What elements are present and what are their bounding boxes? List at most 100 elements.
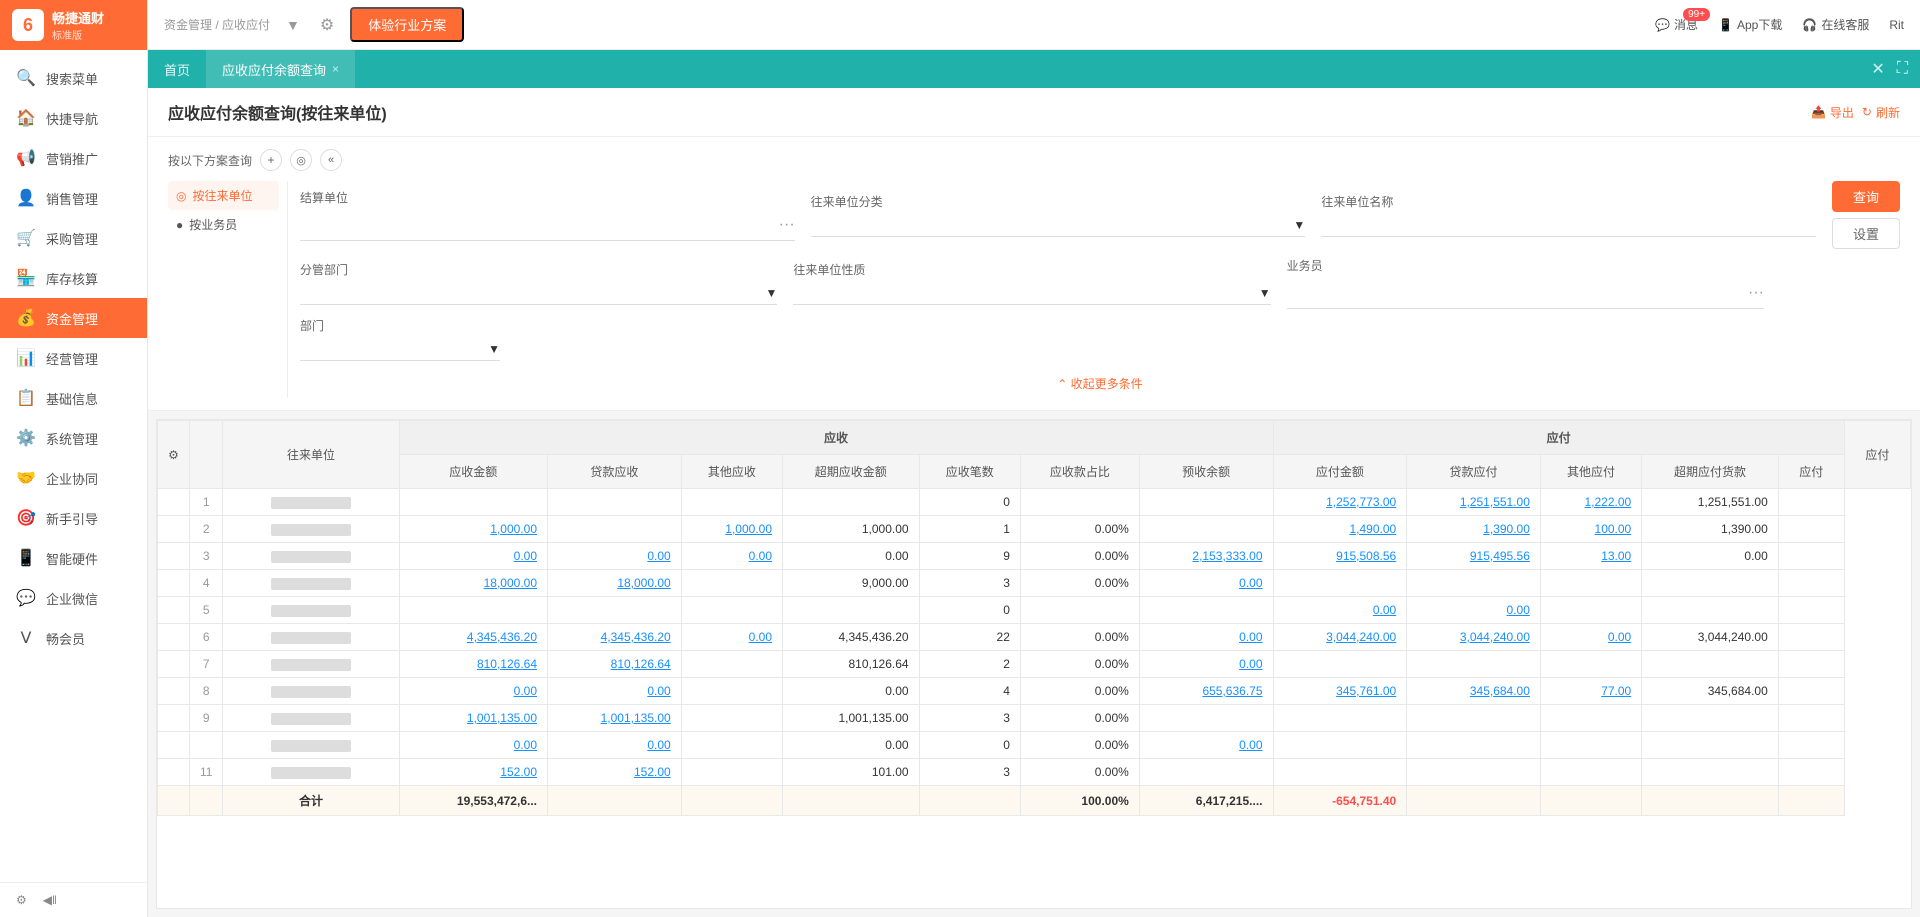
settle-unit-input[interactable] bbox=[300, 214, 779, 236]
refresh-button[interactable]: ↻ 刷新 bbox=[1862, 104, 1900, 121]
sidebar-item-hardware[interactable]: 📱智能硬件 bbox=[0, 538, 147, 578]
staff-nav-icon: ● bbox=[176, 218, 183, 232]
topbar-msg-button[interactable]: 💬 消息 99+ bbox=[1655, 16, 1698, 33]
quick-nav-icon: 🏠 bbox=[16, 108, 36, 128]
footer-ar-ratio: 100.00% bbox=[1020, 786, 1139, 816]
sidebar-item-inventory[interactable]: 🏪库存核算 bbox=[0, 258, 147, 298]
partner-nature-select[interactable]: ▼ bbox=[793, 282, 1270, 305]
sidebar-item-member[interactable]: Ⅴ畅会员 bbox=[0, 618, 147, 658]
settings-bottom-icon[interactable]: ⚙ bbox=[16, 893, 27, 907]
th-ap-sub: 应付 bbox=[1778, 455, 1844, 489]
filter-field-partner-nature: 往来单位性质 ▼ bbox=[793, 261, 1270, 305]
wechat-icon: 💬 bbox=[16, 588, 36, 608]
purchase-icon: 🛒 bbox=[16, 228, 36, 248]
table-row: 418,000.0018,000.009,000.0030.00%0.00 bbox=[158, 570, 1911, 597]
app-icon: 📱 bbox=[1718, 18, 1733, 32]
close-window-icon[interactable]: ✕ bbox=[1871, 59, 1884, 79]
partner-category-chevron: ▼ bbox=[1293, 218, 1305, 232]
sidebar-item-search-menu[interactable]: 🔍搜索菜单 bbox=[0, 58, 147, 98]
filter-actions: 查询 设置 bbox=[1832, 181, 1900, 249]
partner-category-select[interactable]: ▼ bbox=[811, 214, 1306, 237]
export-button[interactable]: 📤 导出 bbox=[1811, 104, 1854, 121]
filter-nav-by-staff[interactable]: ● 按业务员 bbox=[168, 210, 279, 239]
msg-icon: 💬 bbox=[1655, 18, 1670, 32]
sidebar-item-system[interactable]: ⚙️系统管理 bbox=[0, 418, 147, 458]
filter-nav-by-partner[interactable]: ◎ 按往来单位 bbox=[168, 181, 279, 210]
inventory-icon: 🏪 bbox=[16, 268, 36, 288]
th-partner: 往来单位 bbox=[223, 421, 399, 489]
marketing-label: 营销推广 bbox=[46, 149, 98, 168]
set-button[interactable]: 设置 bbox=[1832, 218, 1900, 249]
sidebar-item-sales[interactable]: 👤销售管理 bbox=[0, 178, 147, 218]
topbar-promo-button[interactable]: 体验行业方案 bbox=[350, 7, 464, 42]
filter-scheme-btn-2[interactable]: « bbox=[320, 149, 342, 171]
topbar-user[interactable]: Rit bbox=[1889, 18, 1904, 32]
staff-dots[interactable]: ··· bbox=[1748, 284, 1764, 302]
th-ar-ratio: 应收款占比 bbox=[1020, 455, 1139, 489]
table-container[interactable]: ⚙ 往来单位 应收 应付 应付 应收金额 贷款应收 其他应收 超期应收金额 应收… bbox=[156, 419, 1912, 909]
filter-area: 按以下方案查询 + ◎ « ◎ 按往来单位 ● 按业务员 bbox=[148, 137, 1920, 411]
th-overdue-ap: 超期应付货款 bbox=[1642, 455, 1779, 489]
sidebar-item-enterprise[interactable]: 🤝企业协同 bbox=[0, 458, 147, 498]
partner-name-cell bbox=[223, 678, 399, 705]
staff-input[interactable] bbox=[1287, 282, 1748, 304]
dept-select[interactable]: ▼ bbox=[300, 338, 500, 361]
partner-name-input[interactable] bbox=[1321, 214, 1816, 237]
settle-unit-dots[interactable]: ··· bbox=[779, 216, 795, 234]
sidebar-item-guide[interactable]: 🎯新手引导 bbox=[0, 498, 147, 538]
table-row: 91,001,135.001,001,135.001,001,135.0030.… bbox=[158, 705, 1911, 732]
filter-field-partner-category: 往来单位分类 ▼ bbox=[811, 193, 1306, 237]
system-label: 系统管理 bbox=[46, 429, 98, 448]
refresh-icon: ↻ bbox=[1862, 105, 1872, 119]
filter-field-partner-name: 往来单位名称 bbox=[1321, 193, 1816, 237]
topbar-settings-icon[interactable]: ⚙ bbox=[316, 11, 338, 39]
finance-icon: 💰 bbox=[16, 308, 36, 328]
partner-name-cell bbox=[223, 543, 399, 570]
topbar-dropdown-btn[interactable]: ▼ bbox=[282, 13, 304, 37]
sidebar: 6 畅捷通财 标准版 🔍搜索菜单🏠快捷导航📢营销推广👤销售管理🛒采购管理🏪库存核… bbox=[0, 0, 148, 917]
sidebar-item-marketing[interactable]: 📢营销推广 bbox=[0, 138, 147, 178]
partner-name-cell bbox=[223, 516, 399, 543]
filter-add-button[interactable]: + bbox=[260, 149, 282, 171]
sidebar-item-basic[interactable]: 📋基础信息 bbox=[0, 378, 147, 418]
page-actions: 📤 导出 ↻ 刷新 bbox=[1811, 104, 1900, 121]
guide-label: 新手引导 bbox=[46, 509, 98, 528]
sidebar-item-quick-nav[interactable]: 🏠快捷导航 bbox=[0, 98, 147, 138]
partner-name-cell bbox=[223, 489, 399, 516]
tab-ar-ap[interactable]: 应收应付余额查询× bbox=[206, 50, 355, 88]
filter-row-1: 结算单位 ··· 往来单位分类 ▼ 往来单位 bbox=[300, 181, 1900, 249]
table-row: 11152.00152.00101.0030.00% bbox=[158, 759, 1911, 786]
tab-close-ar-ap[interactable]: × bbox=[332, 62, 339, 76]
filter-top: 按以下方案查询 + ◎ « bbox=[168, 149, 1900, 171]
logo-icon: 6 bbox=[12, 9, 44, 41]
collapse-bar[interactable]: ⌃ 收起更多条件 bbox=[300, 369, 1900, 398]
table-row: 80.000.000.0040.00%655,636.75345,761.003… bbox=[158, 678, 1911, 705]
dept-chevron: ▼ bbox=[488, 342, 500, 356]
topbar-service-button[interactable]: 🎧 在线客服 bbox=[1802, 16, 1869, 33]
filter-scheme-btn-1[interactable]: ◎ bbox=[290, 149, 312, 171]
table-settings-icon[interactable]: ⚙ bbox=[168, 448, 179, 462]
th-settings[interactable]: ⚙ bbox=[158, 421, 190, 489]
tab-home[interactable]: 首页 bbox=[148, 50, 206, 88]
tabbar: 首页应收应付余额查询× ✕ ⛶ bbox=[148, 50, 1920, 88]
table-row: 500.000.00 bbox=[158, 597, 1911, 624]
sidebar-item-wechat[interactable]: 💬企业微信 bbox=[0, 578, 147, 618]
sidebar-menu: 🔍搜索菜单🏠快捷导航📢营销推广👤销售管理🛒采购管理🏪库存核算💰资金管理📊经营管理… bbox=[0, 50, 147, 882]
th-ap-amount: 应付金额 bbox=[1273, 455, 1407, 489]
footer-prepay-balance: 6,417,215.... bbox=[1139, 786, 1273, 816]
th-no bbox=[190, 421, 223, 489]
table-row: 0.000.000.0000.00%0.00 bbox=[158, 732, 1911, 759]
operations-label: 经营管理 bbox=[46, 349, 98, 368]
page-header: 应收应付余额查询(按往来单位) 📤 导出 ↻ 刷新 bbox=[148, 88, 1920, 137]
sidebar-item-operations[interactable]: 📊经营管理 bbox=[0, 338, 147, 378]
th-ar-count: 应收笔数 bbox=[919, 455, 1020, 489]
sidebar-item-finance[interactable]: 💰资金管理 bbox=[0, 298, 147, 338]
sidebar-item-purchase[interactable]: 🛒采购管理 bbox=[0, 218, 147, 258]
fullscreen-icon[interactable]: ⛶ bbox=[1897, 60, 1908, 78]
dept-manage-select[interactable]: ▼ bbox=[300, 282, 777, 305]
query-button[interactable]: 查询 bbox=[1832, 181, 1900, 212]
topbar-breadcrumb: 资金管理 / 应收应付 bbox=[164, 16, 270, 33]
collapse-icon[interactable]: ◀‖ bbox=[43, 893, 57, 907]
basic-icon: 📋 bbox=[16, 388, 36, 408]
topbar-app-button[interactable]: 📱 App下载 bbox=[1718, 16, 1782, 33]
